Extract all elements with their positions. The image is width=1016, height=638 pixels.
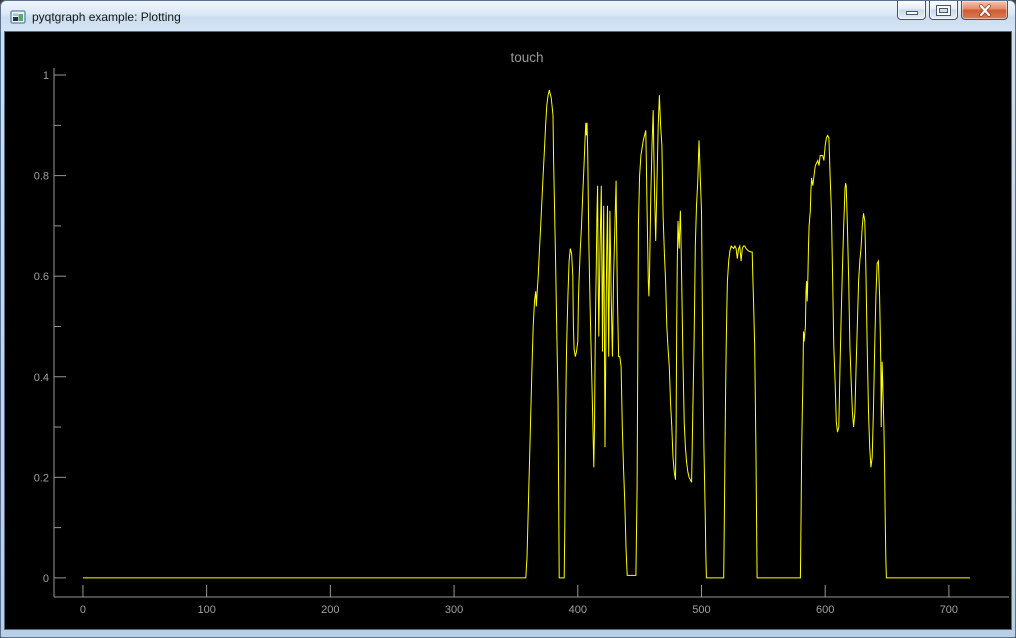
y-tick-label: 0.8 xyxy=(34,171,49,183)
y-tick-label: 0.2 xyxy=(34,472,49,484)
x-tick-label: 100 xyxy=(197,604,215,616)
x-tick-label: 200 xyxy=(321,604,339,616)
plot-area[interactable]: touch 0 100 200 300 400 500 600 700 0 0.2 0.4 0.6 0.… xyxy=(5,32,1011,629)
maximize-icon xyxy=(937,5,950,15)
axis-ticks xyxy=(54,74,950,597)
y-tick-label: 1 xyxy=(43,70,49,82)
chart-title: touch xyxy=(510,50,543,65)
x-tick-label: 600 xyxy=(816,604,834,616)
y-tick-label: 0.4 xyxy=(34,372,49,384)
axis-tick-labels: 0 100 200 300 400 500 600 700 0 0.2 0.4 0.6 0.8 1 xyxy=(34,70,958,616)
x-tick-label: 400 xyxy=(569,604,587,616)
touch-curve xyxy=(82,89,970,579)
app-window: pyqtgraph example: Plotting touch 0 100 20… xyxy=(0,0,1016,638)
minimize-button[interactable] xyxy=(897,1,926,20)
y-tick-label: 0.6 xyxy=(34,271,49,283)
app-icon xyxy=(10,9,26,25)
close-button[interactable] xyxy=(961,1,1008,20)
maximize-button[interactable] xyxy=(929,1,958,20)
titlebar[interactable]: pyqtgraph example: Plotting xyxy=(1,1,1015,32)
close-icon xyxy=(978,3,991,17)
x-tick-label: 300 xyxy=(445,604,463,616)
chart: touch 0 100 200 300 400 500 600 700 0 0.2 0.4 0.6 0.… xyxy=(34,50,1009,616)
window-controls xyxy=(897,1,1008,20)
window-title: pyqtgraph example: Plotting xyxy=(32,9,181,24)
x-tick-label: 0 xyxy=(80,604,86,616)
x-tick-label: 500 xyxy=(692,604,710,616)
y-tick-label: 0 xyxy=(43,573,49,585)
minimize-icon xyxy=(905,11,918,15)
x-tick-label: 700 xyxy=(940,604,958,616)
axes xyxy=(53,68,1009,598)
